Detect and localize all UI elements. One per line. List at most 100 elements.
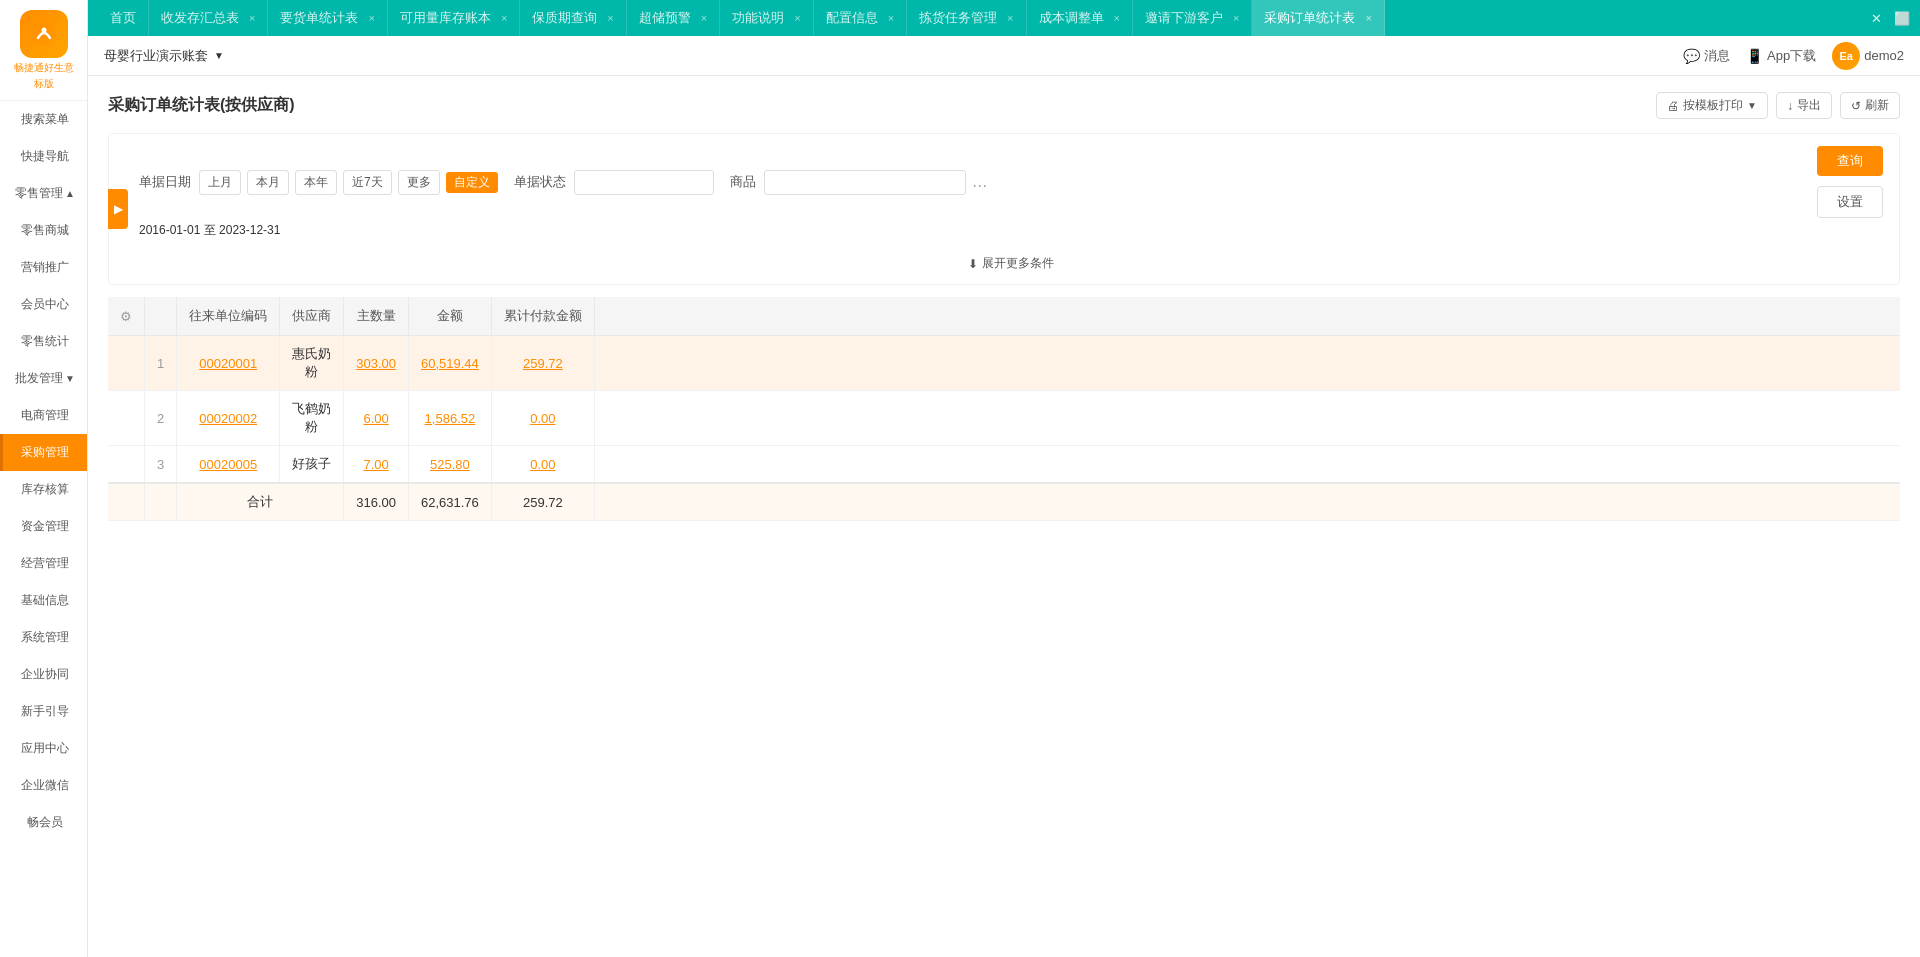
date-filter-label: 单据日期: [139, 173, 191, 191]
td-seq-3: 3: [145, 446, 177, 484]
sidebar-item-app-center[interactable]: 应用中心: [0, 730, 87, 767]
tab-receive-send[interactable]: 收发存汇总表 ×: [149, 0, 268, 36]
account-dropdown[interactable]: 母婴行业演示账套 ▼: [104, 47, 224, 65]
sidebar-item-finance-mgmt[interactable]: 资金管理: [0, 508, 87, 545]
sidebar-item-enterprise-wechat[interactable]: 企业微信: [0, 767, 87, 804]
th-paid-amount: 累计付款金额: [491, 297, 594, 336]
refresh-button[interactable]: ↺ 刷新: [1840, 92, 1900, 119]
unit-code-link-1[interactable]: 00020001: [199, 356, 257, 371]
sidebar-item-members[interactable]: 会员中心: [0, 286, 87, 323]
main-qty-link-1[interactable]: 303.00: [356, 356, 396, 371]
close-overstock-icon[interactable]: ×: [701, 0, 707, 36]
sidebar-item-enterprise-collab[interactable]: 企业协同: [0, 656, 87, 693]
page-container: 采购订单统计表(按供应商) 🖨 按模板打印 ▼ ↓ 导出 ↺ 刷新: [88, 76, 1920, 957]
sidebar-item-inventory-check[interactable]: 库存核算: [0, 471, 87, 508]
settings-gear-icon[interactable]: ⚙: [120, 309, 132, 324]
amount-link-1[interactable]: 60,519.44: [421, 356, 479, 371]
amount-link-3[interactable]: 525.80: [430, 457, 470, 472]
expand-more-icon: ⬇: [968, 257, 978, 271]
sidebar-item-retail-stat[interactable]: 零售统计: [0, 323, 87, 360]
td-amount-1: 60,519.44: [409, 336, 492, 391]
export-icon: ↓: [1787, 99, 1793, 113]
header-right: 💬 消息 📱 App下载 Ea demo2: [1683, 42, 1904, 70]
td-supplier-3: 好孩子: [280, 446, 344, 484]
topbar-maximize-btn[interactable]: ⬜: [1894, 11, 1910, 26]
sidebar-item-quick-nav[interactable]: 快捷导航: [0, 138, 87, 175]
unit-code-link-3[interactable]: 00020005: [199, 457, 257, 472]
close-order-stat-icon[interactable]: ×: [368, 0, 374, 36]
tab-invite-downstream[interactable]: 邀请下游客户 ×: [1133, 0, 1252, 36]
sidebar-item-member-plus[interactable]: 畅会员: [0, 804, 87, 841]
sidebar-item-purchase-mgmt[interactable]: 采购管理: [0, 434, 87, 471]
export-button[interactable]: ↓ 导出: [1776, 92, 1832, 119]
paid-amount-link-1[interactable]: 259.72: [523, 356, 563, 371]
account-name: 母婴行业演示账套: [104, 47, 208, 65]
close-expiry-query-icon[interactable]: ×: [607, 0, 613, 36]
close-invite-icon[interactable]: ×: [1233, 0, 1239, 36]
paid-amount-link-2[interactable]: 0.00: [530, 411, 555, 426]
main-qty-link-3[interactable]: 7.00: [363, 457, 388, 472]
main-qty-link-2[interactable]: 6.00: [363, 411, 388, 426]
expand-more-conditions-btn[interactable]: ⬇ 展开更多条件: [968, 255, 1054, 272]
action-buttons: 查询 设置: [1817, 146, 1883, 218]
tab-expiry-query[interactable]: 保质期查询 ×: [520, 0, 626, 36]
tab-available-stock[interactable]: 可用量库存账本 ×: [388, 0, 520, 36]
sidebar-item-wholesale-mgmt[interactable]: 批发管理 ▼: [0, 360, 87, 397]
sidebar-item-ecommerce[interactable]: 电商管理: [0, 397, 87, 434]
close-available-stock-icon[interactable]: ×: [501, 0, 507, 36]
close-purchase-stat-icon[interactable]: ×: [1365, 0, 1371, 36]
date-btn-more[interactable]: 更多: [398, 170, 440, 195]
user-avatar-area[interactable]: Ea demo2: [1832, 42, 1904, 70]
tab-overstock-warning[interactable]: 超储预警 ×: [627, 0, 720, 36]
sidebar-item-operations-mgmt[interactable]: 经营管理: [0, 545, 87, 582]
status-select[interactable]: [574, 170, 714, 195]
template-print-button[interactable]: 🖨 按模板打印 ▼: [1656, 92, 1768, 119]
close-config-info-icon[interactable]: ×: [888, 0, 894, 36]
sidebar-item-retail-mgmt[interactable]: 零售管理 ▲: [0, 175, 87, 212]
unit-code-link-2[interactable]: 00020002: [199, 411, 257, 426]
close-picking-task-icon[interactable]: ×: [1007, 0, 1013, 36]
tab-cost-adjust[interactable]: 成本调整单 ×: [1027, 0, 1133, 36]
sidebar-item-system-mgmt[interactable]: 系统管理: [0, 619, 87, 656]
goods-input-more-icon[interactable]: …: [972, 173, 988, 191]
th-unit-code: 往来单位编码: [177, 297, 280, 336]
sidebar-item-retail-shop[interactable]: 零售商城: [0, 212, 87, 249]
tab-config-info[interactable]: 配置信息 ×: [814, 0, 907, 36]
query-button[interactable]: 查询: [1817, 146, 1883, 176]
close-function-desc-icon[interactable]: ×: [794, 0, 800, 36]
tab-purchase-stat[interactable]: 采购订单统计表 ×: [1252, 0, 1384, 36]
message-btn[interactable]: 💬 消息: [1683, 47, 1730, 65]
topbar-close-btn[interactable]: ✕: [1871, 11, 1882, 26]
tab-function-desc[interactable]: 功能说明 ×: [720, 0, 813, 36]
filter-toggle-button[interactable]: ▶: [108, 189, 128, 229]
tf-settings: [108, 483, 145, 521]
tab-order-stat[interactable]: 要货单统计表 ×: [268, 0, 387, 36]
tab-picking-task[interactable]: 拣货任务管理 ×: [907, 0, 1026, 36]
td-amount-3: 525.80: [409, 446, 492, 484]
date-range-display: 2016-01-01 至 2023-12-31: [139, 223, 280, 237]
th-main-qty: 主数量: [344, 297, 409, 336]
td-amount-2: 1,586.52: [409, 391, 492, 446]
filter-toggle-icon: ▶: [114, 202, 123, 216]
sidebar-item-search[interactable]: 搜索菜单: [0, 101, 87, 138]
custom-date-tag[interactable]: 自定义: [446, 172, 498, 193]
amount-link-2[interactable]: 1,586.52: [425, 411, 476, 426]
message-label: 消息: [1704, 47, 1730, 65]
close-cost-adjust-icon[interactable]: ×: [1114, 0, 1120, 36]
tab-home[interactable]: 首页: [98, 0, 149, 36]
close-receive-send-icon[interactable]: ×: [249, 0, 255, 36]
sidebar-item-basic-info[interactable]: 基础信息: [0, 582, 87, 619]
date-btn-7days[interactable]: 近7天: [343, 170, 392, 195]
settings-button[interactable]: 设置: [1817, 186, 1883, 218]
paid-amount-link-3[interactable]: 0.00: [530, 457, 555, 472]
sidebar: 畅捷通好生意 标版 搜索菜单 快捷导航 零售管理 ▲ 零售商城 营销推广 会员中…: [0, 0, 88, 957]
sidebar-item-marketing[interactable]: 营销推广: [0, 249, 87, 286]
date-btn-last-month[interactable]: 上月: [199, 170, 241, 195]
goods-input[interactable]: [764, 170, 966, 195]
sidebar-item-new-guide[interactable]: 新手引导: [0, 693, 87, 730]
date-btn-this-year[interactable]: 本年: [295, 170, 337, 195]
tf-paid-amount: 259.72: [491, 483, 594, 521]
app-download-btn[interactable]: 📱 App下载: [1746, 47, 1816, 65]
date-btn-this-month[interactable]: 本月: [247, 170, 289, 195]
tf-main-qty: 316.00: [344, 483, 409, 521]
